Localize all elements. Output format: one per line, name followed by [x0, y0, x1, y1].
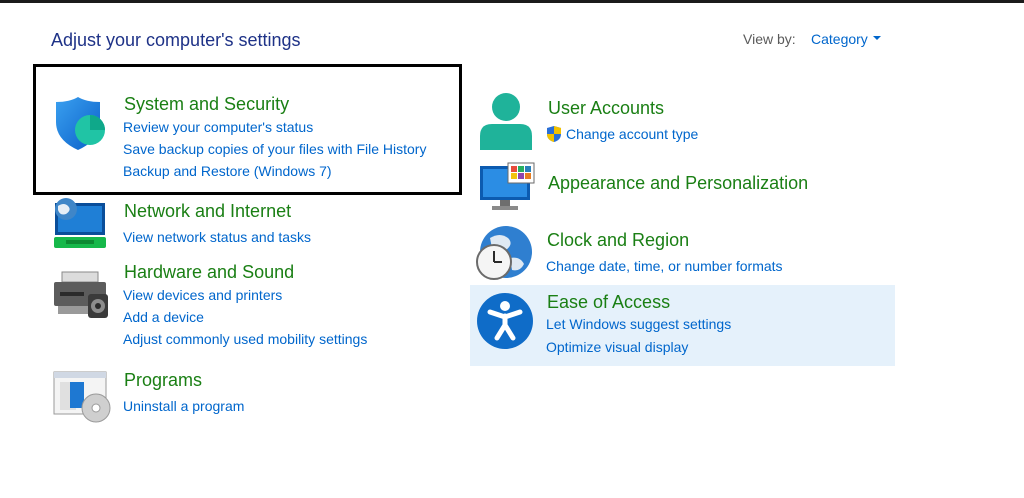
change-date-formats-link[interactable]: Change date, time, or number formats [546, 258, 783, 274]
system-security-title[interactable]: System and Security [124, 94, 289, 115]
view-by-dropdown[interactable]: Category [811, 31, 881, 47]
windows-suggest-settings-link[interactable]: Let Windows suggest settings [546, 316, 731, 332]
programs-title[interactable]: Programs [124, 370, 202, 391]
programs-disc-icon[interactable] [52, 370, 112, 424]
printer-icon[interactable] [52, 270, 110, 322]
mobility-settings-link[interactable]: Adjust commonly used mobility settings [123, 331, 367, 347]
review-status-link[interactable]: Review your computer's status [123, 119, 313, 135]
hardware-title[interactable]: Hardware and Sound [124, 262, 294, 283]
network-globe-icon[interactable] [52, 196, 108, 250]
file-history-link[interactable]: Save backup copies of your files with Fi… [123, 141, 426, 157]
user-icon[interactable] [478, 92, 534, 152]
optimize-visual-display-link[interactable]: Optimize visual display [546, 339, 688, 355]
accessibility-icon[interactable] [476, 292, 534, 350]
monitor-palette-icon[interactable] [478, 162, 536, 212]
network-title[interactable]: Network and Internet [124, 201, 291, 222]
network-status-link[interactable]: View network status and tasks [123, 229, 311, 245]
window-top-border [0, 0, 1024, 3]
uninstall-program-link[interactable]: Uninstall a program [123, 398, 244, 414]
view-by-value: Category [811, 31, 868, 47]
uac-shield-icon [547, 126, 561, 142]
page-title: Adjust your computer's settings [51, 30, 301, 50]
ease-title[interactable]: Ease of Access [547, 292, 670, 313]
clock-globe-icon[interactable] [474, 224, 536, 284]
appearance-title[interactable]: Appearance and Personalization [548, 173, 808, 194]
clock-title[interactable]: Clock and Region [547, 230, 689, 251]
view-by-label: View by: [743, 31, 796, 47]
change-account-type-link[interactable]: Change account type [566, 126, 698, 142]
add-device-link[interactable]: Add a device [123, 309, 204, 325]
backup-restore-link[interactable]: Backup and Restore (Windows 7) [123, 163, 332, 179]
user-accounts-title[interactable]: User Accounts [548, 98, 664, 119]
devices-printers-link[interactable]: View devices and printers [123, 287, 282, 303]
shield-icon[interactable] [52, 96, 108, 152]
chevron-down-icon [872, 36, 881, 41]
